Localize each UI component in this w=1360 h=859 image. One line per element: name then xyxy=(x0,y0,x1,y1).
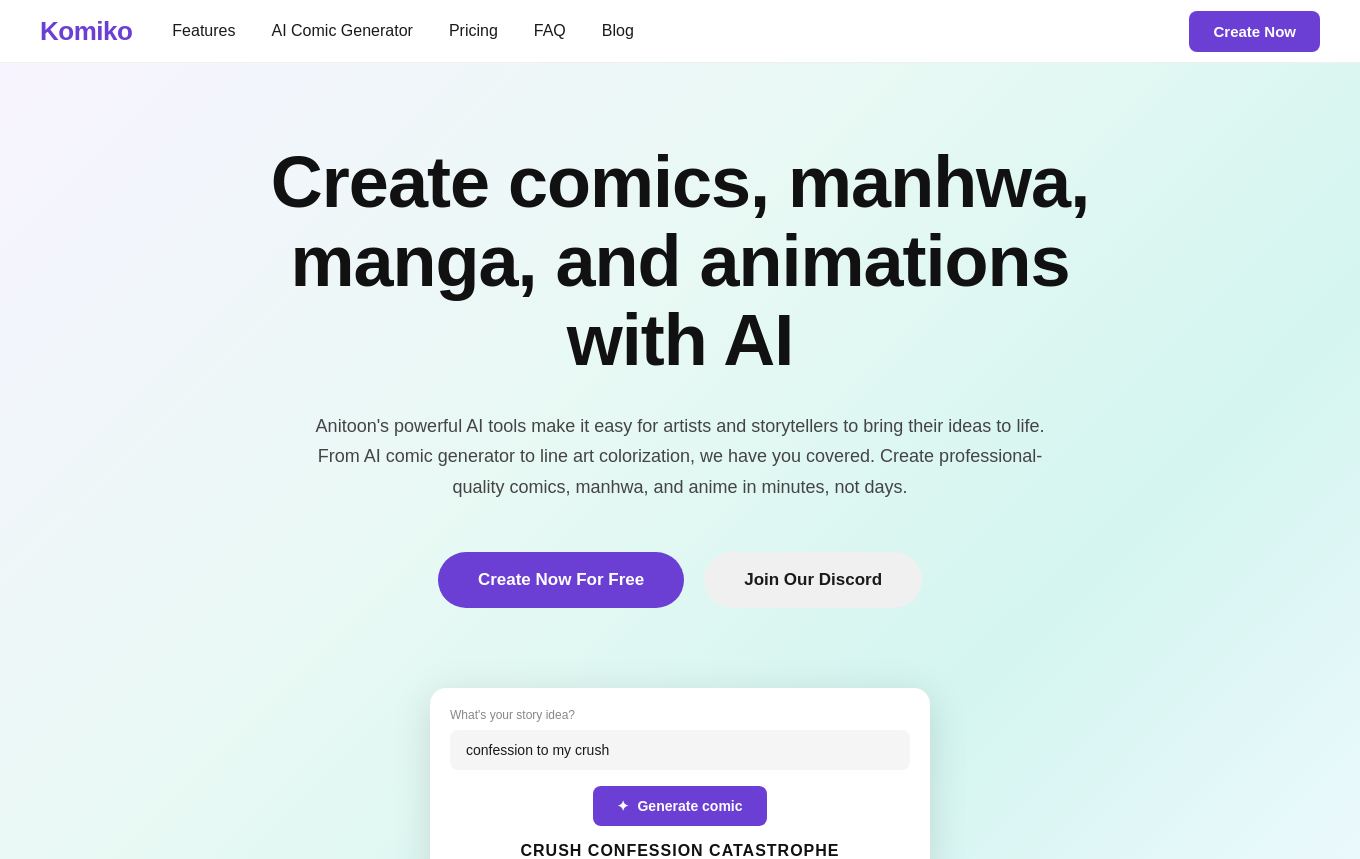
preview-card: What's your story idea? confession to my… xyxy=(430,688,930,859)
hero-buttons: Create Now For Free Join Our Discord xyxy=(40,552,1320,608)
preview-generate-button[interactable]: ✦ Generate comic xyxy=(593,786,766,826)
sparkle-icon: ✦ xyxy=(617,798,629,814)
main-nav: Features AI Comic Generator Pricing FAQ … xyxy=(172,22,633,40)
preview-input-box: confession to my crush xyxy=(450,730,910,770)
header-create-now-button[interactable]: Create Now xyxy=(1189,11,1320,52)
logo[interactable]: Komiko xyxy=(40,16,132,47)
hero-section: Create comics, manhwa, manga, and animat… xyxy=(0,63,1360,859)
preview-input-label: What's your story idea? xyxy=(450,708,910,722)
preview-generate-button-label: Generate comic xyxy=(637,798,742,814)
nav-blog[interactable]: Blog xyxy=(602,22,634,40)
nav-features[interactable]: Features xyxy=(172,22,235,40)
header: Komiko Features AI Comic Generator Prici… xyxy=(0,0,1360,63)
create-now-free-button[interactable]: Create Now For Free xyxy=(438,552,684,608)
nav-faq[interactable]: FAQ xyxy=(534,22,566,40)
nav-pricing[interactable]: Pricing xyxy=(449,22,498,40)
logo-text: Komiko xyxy=(40,16,132,47)
preview-comic-title: CRUSH CONFESSION CATASTROPHE xyxy=(450,842,910,859)
header-left: Komiko Features AI Comic Generator Prici… xyxy=(40,16,634,47)
join-discord-button[interactable]: Join Our Discord xyxy=(704,552,922,608)
hero-title: Create comics, manhwa, manga, and animat… xyxy=(230,143,1130,381)
nav-ai-comic-generator[interactable]: AI Comic Generator xyxy=(271,22,412,40)
hero-description: Anitoon's powerful AI tools make it easy… xyxy=(300,411,1060,503)
